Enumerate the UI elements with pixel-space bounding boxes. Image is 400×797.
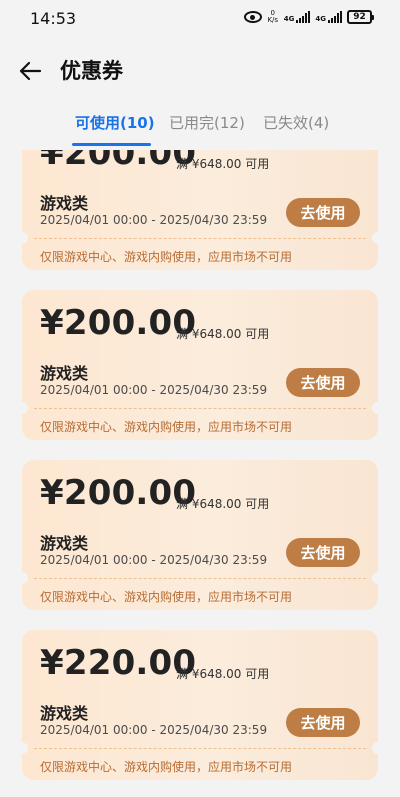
- coupon-notch-right: [372, 572, 378, 584]
- status-bar: 14:53 0 K/s 4G 4G 92: [0, 0, 400, 36]
- battery-level: 92: [353, 12, 366, 22]
- page-title: 优惠券: [60, 59, 123, 83]
- coupon-category: 游戏类: [40, 534, 89, 553]
- network-speed-unit: K/s: [267, 16, 279, 24]
- page-header: 优惠券: [0, 48, 400, 92]
- coupon-notch-left: [22, 232, 28, 244]
- coupon-amount: ¥200.00: [40, 303, 197, 343]
- coupon-screen: 14:53 0 K/s 4G 4G 92 优惠券 可使用(10) 已用完(12)…: [0, 0, 400, 797]
- tab-expired[interactable]: 已失效(4): [263, 112, 329, 133]
- coupon-restriction: 仅限游戏中心、游戏内购使用，应用市场不可用: [40, 590, 293, 604]
- signal-bars-icon-2: [328, 11, 342, 23]
- coupon-divider: [34, 748, 366, 749]
- coupon-validity: 2025/04/01 00:00 - 2025/04/30 23:59: [40, 553, 268, 567]
- use-coupon-button[interactable]: 去使用: [286, 708, 360, 737]
- network-type-2: 4G: [315, 15, 326, 23]
- coupon-notch-right: [372, 232, 378, 244]
- active-tab-indicator: [72, 143, 151, 146]
- coupon-category: 游戏类: [40, 364, 89, 383]
- coupon-amount: ¥220.00: [40, 643, 197, 683]
- coupon-card: ¥200.00 满 ¥648.00 可用 游戏类 2025/04/01 00:0…: [22, 290, 378, 440]
- tab-available[interactable]: 可使用(10): [75, 112, 155, 133]
- coupon-condition: 满 ¥648.00 可用: [176, 497, 270, 511]
- use-coupon-button[interactable]: 去使用: [286, 198, 360, 227]
- network-type-1: 4G: [283, 15, 295, 23]
- coupon-notch-right: [372, 742, 378, 754]
- signal-group-1: 4G: [284, 11, 311, 23]
- tab-used[interactable]: 已用完(12): [169, 112, 245, 133]
- coupon-list: ¥200.00 满 ¥648.00 可用 游戏类 2025/04/01 00:0…: [0, 150, 400, 797]
- network-speed: 0 K/s: [267, 10, 279, 24]
- status-icons: 0 K/s 4G 4G 92: [243, 10, 374, 24]
- coupon-amount: ¥200.00: [40, 473, 197, 513]
- coupon-tabs: 可使用(10) 已用完(12) 已失效(4): [0, 102, 400, 146]
- use-coupon-button[interactable]: 去使用: [286, 538, 360, 567]
- coupon-divider: [34, 238, 366, 239]
- coupon-restriction: 仅限游戏中心、游戏内购使用，应用市场不可用: [40, 420, 293, 434]
- signal-group-2: 4G: [315, 11, 342, 23]
- coupon-category: 游戏类: [40, 194, 89, 213]
- coupon-divider: [34, 578, 366, 579]
- status-time: 14:53: [30, 9, 77, 28]
- coupon-condition: 满 ¥648.00 可用: [176, 327, 270, 341]
- coupon-validity: 2025/04/01 00:00 - 2025/04/30 23:59: [40, 723, 268, 737]
- battery-icon: 92: [347, 10, 374, 24]
- coupon-notch-left: [22, 572, 28, 584]
- back-arrow-icon[interactable]: [18, 58, 44, 84]
- coupon-validity: 2025/04/01 00:00 - 2025/04/30 23:59: [40, 213, 268, 227]
- coupon-notch-left: [22, 402, 28, 414]
- coupon-amount: ¥200.00: [40, 150, 197, 173]
- eye-comfort-icon: [243, 11, 262, 23]
- coupon-restriction: 仅限游戏中心、游戏内购使用，应用市场不可用: [40, 250, 293, 264]
- coupon-divider: [34, 408, 366, 409]
- use-coupon-button[interactable]: 去使用: [286, 368, 360, 397]
- coupon-notch-left: [22, 742, 28, 754]
- coupon-condition: 满 ¥648.00 可用: [176, 667, 270, 681]
- coupon-validity: 2025/04/01 00:00 - 2025/04/30 23:59: [40, 383, 268, 397]
- coupon-card: ¥200.00 满 ¥648.00 可用 游戏类 2025/04/01 00:0…: [22, 460, 378, 610]
- coupon-category: 游戏类: [40, 704, 89, 723]
- coupon-restriction: 仅限游戏中心、游戏内购使用，应用市场不可用: [40, 760, 293, 774]
- signal-bars-icon-1: [296, 11, 311, 23]
- coupon-condition: 满 ¥648.00 可用: [176, 157, 270, 171]
- coupon-card: ¥220.00 满 ¥648.00 可用 游戏类 2025/04/01 00:0…: [22, 630, 378, 780]
- coupon-notch-right: [372, 402, 378, 414]
- coupon-card: ¥200.00 满 ¥648.00 可用 游戏类 2025/04/01 00:0…: [22, 150, 378, 270]
